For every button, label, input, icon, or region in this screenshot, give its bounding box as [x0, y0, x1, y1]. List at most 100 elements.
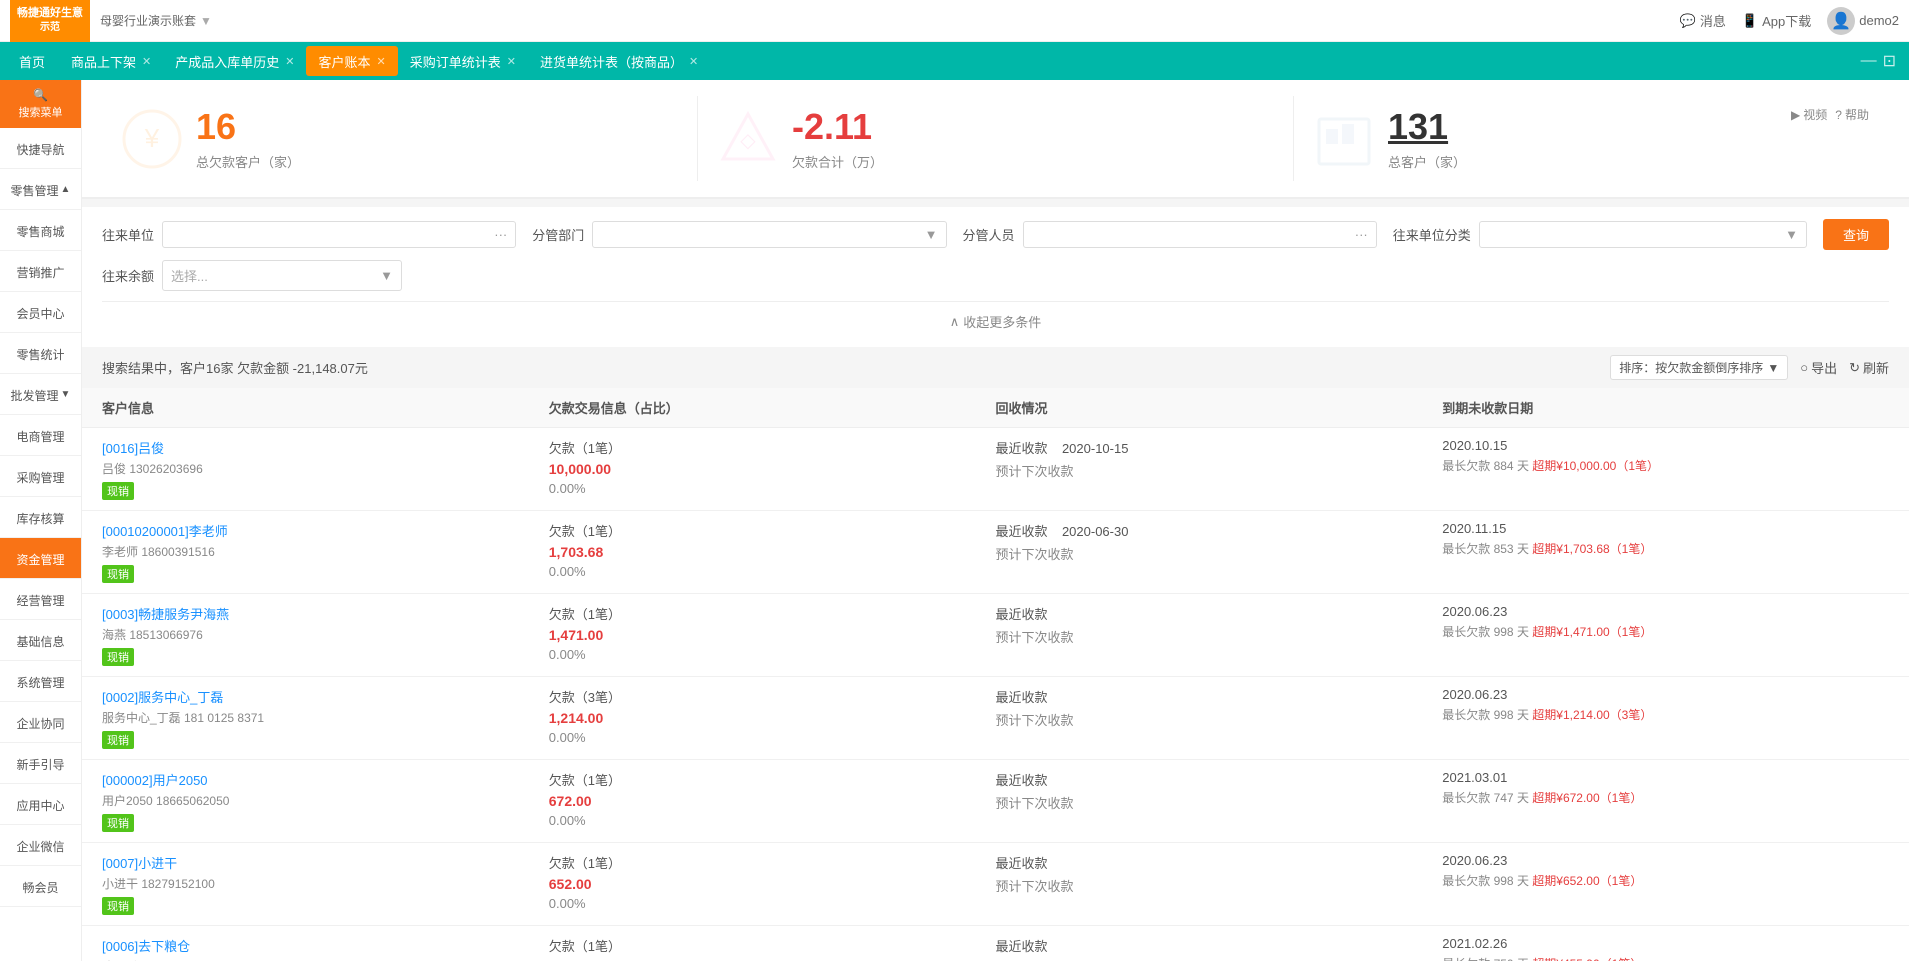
overdue-link-5[interactable]: 超期¥652.00（1笔）: [1532, 874, 1642, 888]
debt-count-6: 欠款（1笔）: [549, 936, 996, 955]
help-icon: ?: [1835, 108, 1842, 122]
user-profile[interactable]: 👤 demo2: [1827, 7, 1899, 35]
sidebar-item-wecom[interactable]: 企业微信: [0, 825, 81, 866]
debt-amount-1[interactable]: 1,703.68: [549, 544, 996, 560]
tab-goods-stats[interactable]: 进货单统计表（按商品） ✕: [528, 46, 710, 76]
close-icon[interactable]: ✕: [507, 55, 516, 68]
tab-home[interactable]: 首页: [5, 46, 59, 76]
video-button[interactable]: ▶ 视频: [1791, 106, 1827, 123]
debt-amount-5[interactable]: 652.00: [549, 876, 996, 892]
debt-amount-2[interactable]: 1,471.00: [549, 627, 996, 643]
customer-name-4[interactable]: [000002]用户2050: [102, 770, 549, 789]
sidebar-item-finance[interactable]: 资金管理: [0, 538, 81, 579]
sidebar-item-member-vip[interactable]: 畅会员: [0, 866, 81, 907]
sidebar-item-purchase[interactable]: 采购管理: [0, 456, 81, 497]
sort-label: 排序：按欠款金额倒序排序: [1619, 359, 1763, 376]
sidebar-item-wholesale-mgmt[interactable]: 批发管理 ▼: [0, 374, 81, 415]
sidebar-quick-nav-label: 快捷导航: [6, 141, 75, 158]
svg-text:◇: ◇: [740, 130, 756, 152]
person-input[interactable]: ···: [1023, 221, 1377, 248]
sidebar-item-inventory[interactable]: 库存核算: [0, 497, 81, 538]
collapse-button[interactable]: ∧ 收起更多条件: [102, 308, 1889, 335]
sidebar-item-operation[interactable]: 经营管理: [0, 579, 81, 620]
return-date-2: 最近收款: [996, 604, 1443, 623]
table-row: [0002]服务中心_丁磊 服务中心_丁磊 181 0125 8371 现销 欠…: [82, 677, 1909, 760]
customer-name-2[interactable]: [0003]畅捷服务尹海燕: [102, 604, 549, 623]
sidebar-item-quick-nav[interactable]: 快捷导航: [0, 128, 81, 169]
export-button[interactable]: ○ 导出: [1800, 358, 1837, 377]
sidebar-item-newbie[interactable]: 新手引导: [0, 743, 81, 784]
overdue-link-0[interactable]: 超期¥10,000.00（1笔）: [1532, 459, 1659, 473]
debt-info-5: 欠款（1笔） 652.00 0.00%: [549, 853, 996, 911]
sidebar-item-retail-mall[interactable]: 零售商城: [0, 210, 81, 251]
overdue-info-4: 2021.03.01 最长欠款 747 天 超期¥672.00（1笔）: [1442, 770, 1889, 806]
sort-select[interactable]: 排序：按欠款金额倒序排序 ▼: [1610, 355, 1788, 380]
sidebar-item-system[interactable]: 系统管理: [0, 661, 81, 702]
debt-total-value: -2.11: [792, 106, 883, 148]
sidebar-item-marketing[interactable]: 营销推广: [0, 251, 81, 292]
help-button[interactable]: ? 帮助: [1835, 106, 1869, 123]
partner-input[interactable]: ···: [162, 221, 516, 248]
overdue-link-1[interactable]: 超期¥1,703.68（1笔）: [1532, 542, 1652, 556]
message-button[interactable]: 💬 消息: [1680, 11, 1726, 30]
filter-item-person: 分管人员 ···: [963, 221, 1377, 248]
sidebar-item-retail-stats[interactable]: 零售统计: [0, 333, 81, 374]
sidebar-ecommerce-label: 电商管理: [6, 428, 75, 445]
chevron-down-icon: ▼: [925, 227, 938, 242]
overdue-link-4[interactable]: 超期¥672.00（1笔）: [1532, 791, 1642, 805]
customer-name-5[interactable]: [0007]小进干: [102, 853, 549, 872]
close-icon[interactable]: ✕: [689, 55, 698, 68]
sidebar-item-retail-mgmt[interactable]: 零售管理 ▲: [0, 169, 81, 210]
customer-name-1[interactable]: [00010200001]李老师: [102, 521, 549, 540]
department-select[interactable]: ▼: [592, 221, 946, 248]
debt-amount-4[interactable]: 672.00: [549, 793, 996, 809]
sidebar-item-app-center[interactable]: 应用中心: [0, 784, 81, 825]
filter-row-1: 往来单位 ··· 分管部门 ▼ 分管人员: [102, 219, 1889, 250]
debt-percent-3: 0.00%: [549, 730, 996, 745]
store-selector[interactable]: 母婴行业演示账套 ▼: [90, 12, 290, 29]
category-select[interactable]: ▼: [1479, 221, 1807, 248]
sidebar-app-center-label: 应用中心: [6, 797, 75, 814]
sidebar-item-ecommerce[interactable]: 电商管理: [0, 415, 81, 456]
tab-goods-listing[interactable]: 商品上下架 ✕: [59, 46, 163, 76]
close-icon[interactable]: ✕: [377, 55, 386, 68]
debt-amount-0[interactable]: 10,000.00: [549, 461, 996, 477]
minimize-button[interactable]: —: [1861, 52, 1877, 70]
maximize-button[interactable]: ⊡: [1883, 51, 1896, 71]
debt-percent-0: 0.00%: [549, 481, 996, 496]
tab-purchase-stats[interactable]: 采购订单统计表 ✕: [398, 46, 528, 76]
table-header: 客户信息 欠款交易信息（占比） 回收情况 到期未收款日期: [82, 388, 1909, 428]
customer-name-0[interactable]: [0016]吕俊: [102, 438, 549, 457]
refresh-button[interactable]: ↻ 刷新: [1849, 358, 1889, 377]
customer-info-2: [0003]畅捷服务尹海燕 海燕 18513066976 现销: [102, 604, 549, 666]
debt-customers-icon: ¥: [122, 109, 182, 169]
overdue-link-6[interactable]: 超期¥455.90（1笔）: [1532, 957, 1642, 961]
sidebar-retail-mgmt-label: 零售管理: [11, 182, 59, 199]
sidebar-item-basic-info[interactable]: 基础信息: [0, 620, 81, 661]
balance-select[interactable]: 选择... ▼: [162, 260, 402, 291]
app-download-button[interactable]: 📱 App下载: [1742, 11, 1811, 30]
logo[interactable]: 畅捷通好生意示范: [10, 0, 90, 42]
debt-customers-value: 16: [196, 106, 300, 148]
sidebar-search[interactable]: 🔍 搜索菜单: [0, 80, 81, 128]
balance-label: 往来余额: [102, 266, 154, 285]
overdue-detail-6: 最长欠款 750 天 超期¥455.90（1笔）: [1442, 955, 1889, 961]
tab-production-history[interactable]: 产成品入库单历史 ✕: [163, 46, 306, 76]
sidebar-item-member[interactable]: 会员中心: [0, 292, 81, 333]
results-actions: 排序：按欠款金额倒序排序 ▼ ○ 导出 ↻ 刷新: [1610, 355, 1889, 380]
overdue-link-3[interactable]: 超期¥1,214.00（3笔）: [1532, 708, 1652, 722]
sidebar-item-enterprise[interactable]: 企业协同: [0, 702, 81, 743]
customer-name-6[interactable]: [0006]去下粮仓: [102, 936, 549, 955]
tab-customer-account[interactable]: 客户账本 ✕: [306, 46, 397, 76]
query-button[interactable]: 查询: [1823, 219, 1889, 250]
collapse-label: 收起更多条件: [963, 312, 1041, 331]
overdue-date-4: 2021.03.01: [1442, 770, 1889, 785]
overdue-link-2[interactable]: 超期¥1,471.00（1笔）: [1532, 625, 1652, 639]
category-label: 往来单位分类: [1393, 225, 1471, 244]
department-label: 分管部门: [532, 225, 584, 244]
debt-amount-3[interactable]: 1,214.00: [549, 710, 996, 726]
customer-name-3[interactable]: [0002]服务中心_丁磊: [102, 687, 549, 706]
close-icon[interactable]: ✕: [285, 55, 294, 68]
header-return: 回收情况: [996, 398, 1443, 417]
close-icon[interactable]: ✕: [142, 55, 151, 68]
